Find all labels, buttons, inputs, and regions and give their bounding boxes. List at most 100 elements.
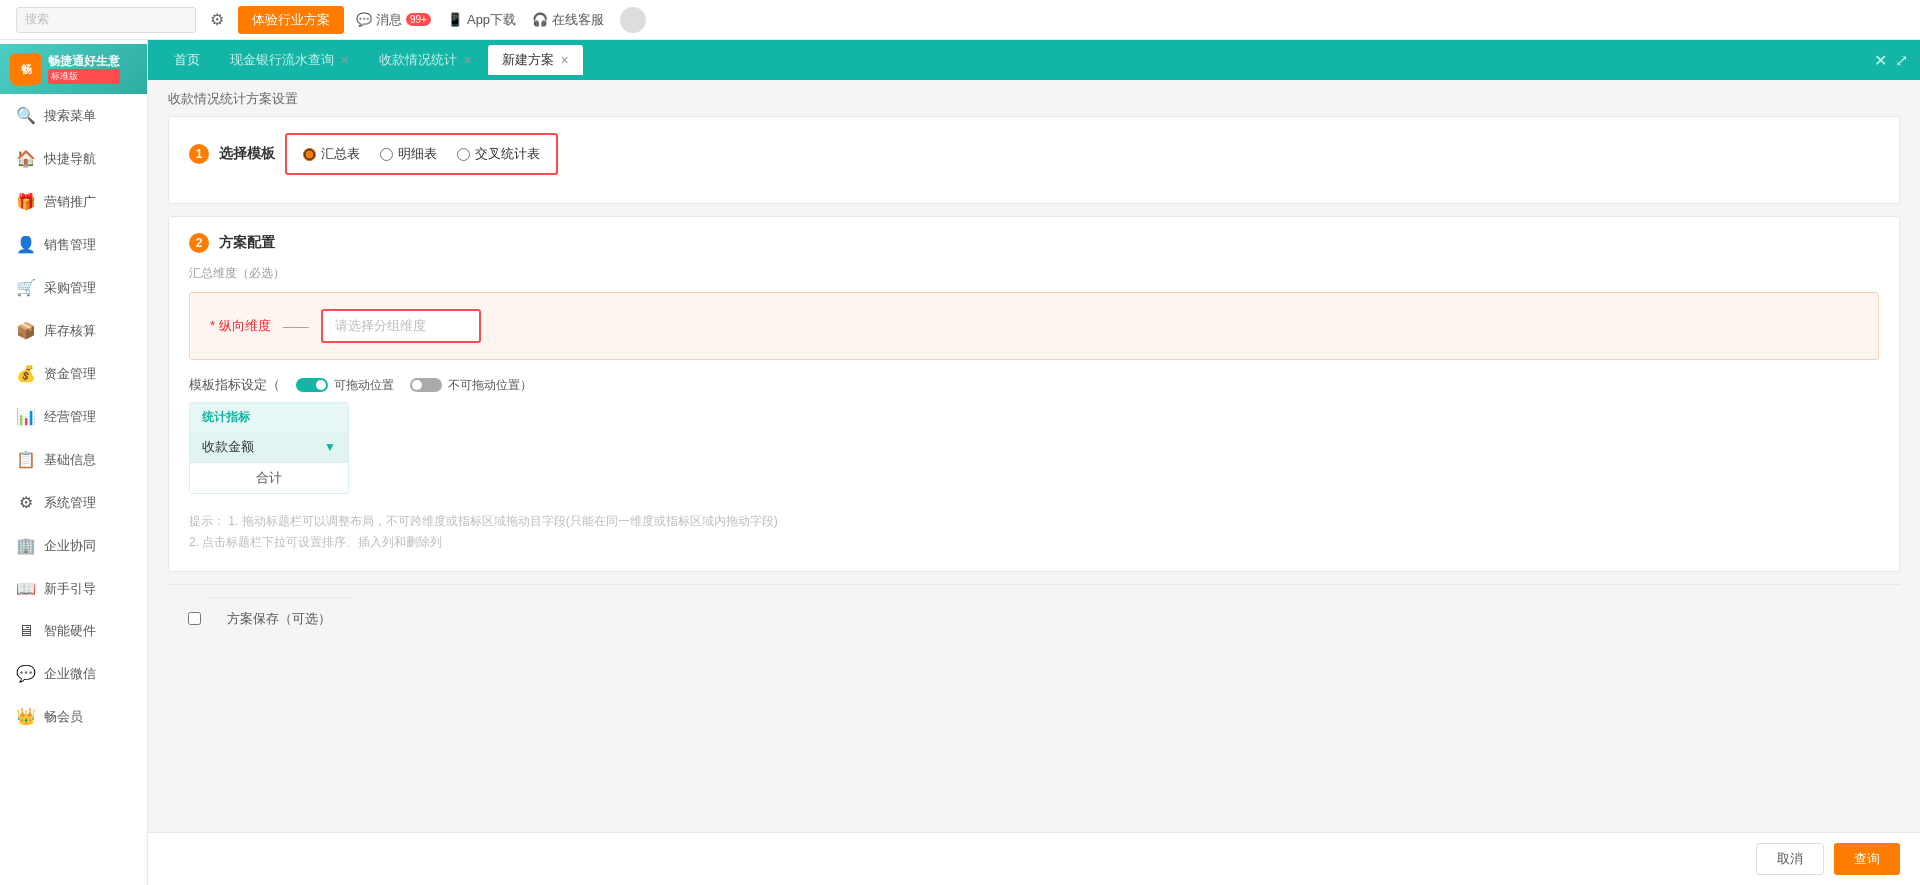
message-label: 消息: [376, 11, 402, 29]
chart-icon: 📊: [16, 407, 36, 426]
template-selector-box: 汇总表 明细表 交叉统计表: [285, 133, 558, 175]
chevron-down-icon[interactable]: ▼: [324, 440, 336, 454]
tab-receipt-stats-close[interactable]: ✕: [463, 54, 472, 67]
tab-new-plan[interactable]: 新建方案 ✕: [488, 45, 583, 75]
tab-new-plan-close[interactable]: ✕: [560, 54, 569, 67]
radio-detail-input[interactable]: [380, 148, 393, 161]
radio-summary-input[interactable]: [303, 148, 316, 161]
sidebar-item-base-info[interactable]: 📋 基础信息: [0, 438, 147, 481]
app-download-icon: 📱: [447, 12, 463, 27]
sidebar-item-label: 搜索菜单: [44, 107, 96, 125]
config-section: 汇总维度（必选） * 纵向维度 —— 请选择分组维度: [189, 265, 1879, 551]
radio-cross[interactable]: 交叉统计表: [457, 145, 540, 163]
sidebar-item-label: 营销推广: [44, 193, 96, 211]
gift-icon: 🎁: [16, 192, 36, 211]
step1-title: 选择模板: [219, 145, 275, 163]
tab-home[interactable]: 首页: [160, 45, 214, 75]
sidebar-item-label: 新手引导: [44, 580, 96, 598]
sidebar-item-capital[interactable]: 💰 资金管理: [0, 352, 147, 395]
gear-icon[interactable]: ⚙: [204, 7, 230, 33]
online-service-label: 在线客服: [552, 11, 604, 29]
sidebar-item-quick-nav[interactable]: 🏠 快捷导航: [0, 137, 147, 180]
step2-title: 方案配置: [219, 234, 275, 252]
logo-text: 畅捷通好生意: [48, 54, 120, 70]
tab-actions: ✕ ⤢: [1874, 51, 1908, 70]
save-checkbox[interactable]: [188, 612, 201, 625]
search-bar[interactable]: 搜索: [16, 7, 196, 33]
sidebar-item-marketing[interactable]: 🎁 营销推广: [0, 180, 147, 223]
user-icon: 👤: [16, 235, 36, 254]
message-icon: 💬: [356, 12, 372, 27]
metrics-header: 模板指标设定（ 可拖动位置: [189, 376, 1879, 394]
money-icon: 💰: [16, 364, 36, 383]
step1-label: 1 选择模板 汇总表 明细表: [189, 133, 1879, 175]
message-badge: 99+: [406, 13, 431, 26]
radio-cross-input[interactable]: [457, 148, 470, 161]
sidebar-logo-area: 畅 畅捷通好生意 标准版: [0, 44, 147, 94]
metrics-item-receipt[interactable]: 收款金额 ▼: [190, 432, 348, 462]
sidebar-item-member[interactable]: 👑 畅会员: [0, 695, 147, 738]
sidebar-item-sales[interactable]: 👤 销售管理: [0, 223, 147, 266]
breadcrumb: 收款情况统计方案设置: [168, 91, 298, 106]
sidebar-item-smart-hw[interactable]: 🖥 智能硬件: [0, 610, 147, 652]
sidebar-item-purchase[interactable]: 🛒 采购管理: [0, 266, 147, 309]
logo-icon: 畅: [10, 53, 42, 85]
sidebar-item-label: 经营管理: [44, 408, 96, 426]
logo-badge: 标准版: [48, 69, 120, 84]
sidebar-item-operation[interactable]: 📊 经营管理: [0, 395, 147, 438]
sidebar-item-beginner[interactable]: 📖 新手引导: [0, 567, 147, 610]
tab-expand-btn[interactable]: ⤢: [1895, 51, 1908, 70]
radio-summary[interactable]: 汇总表: [303, 145, 360, 163]
cart-icon: 🛒: [16, 278, 36, 297]
wechat-icon: 💬: [16, 664, 36, 683]
metrics-table-header: 统计指标: [190, 403, 348, 432]
sidebar-item-label: 资金管理: [44, 365, 96, 383]
tabs-bar: 首页 现金银行流水查询 ✕ 收款情况统计 ✕ 新建方案 ✕ ✕ ⤢: [148, 40, 1920, 80]
list-icon: 📋: [16, 450, 36, 469]
non-draggable-label: 不可拖动位置）: [448, 377, 532, 394]
tab-receipt-stats-label: 收款情况统计: [379, 51, 457, 69]
non-draggable-toggle: [410, 378, 442, 392]
cancel-button[interactable]: 取消: [1756, 843, 1824, 875]
radio-detail-label: 明细表: [398, 145, 437, 163]
top-header: 搜索 ⚙ 体验行业方案 💬 消息 99+ 📱 App下载 🎧 在线客服: [0, 0, 1920, 40]
user-avatar[interactable]: [620, 7, 646, 33]
main-content: 首页 现金银行流水查询 ✕ 收款情况统计 ✕ 新建方案 ✕ ✕ ⤢: [148, 40, 1920, 885]
app-download-item[interactable]: 📱 App下载: [447, 11, 516, 29]
radio-detail[interactable]: 明细表: [380, 145, 437, 163]
sidebar-item-label: 系统管理: [44, 494, 96, 512]
step2-num: 2: [189, 233, 209, 253]
tab-home-label: 首页: [174, 51, 200, 69]
sidebar-item-inventory[interactable]: 📦 库存核算: [0, 309, 147, 352]
sidebar-item-label: 采购管理: [44, 279, 96, 297]
tab-bank-flow-label: 现金银行流水查询: [230, 51, 334, 69]
crown-icon: 👑: [16, 707, 36, 726]
query-button[interactable]: 查询: [1834, 843, 1900, 875]
metrics-sub-total: 合计: [190, 462, 348, 493]
sidebar-item-search[interactable]: 🔍 搜索菜单: [0, 94, 147, 137]
monitor-icon: 🖥: [16, 622, 36, 640]
step2-section: 2 方案配置 汇总维度（必选） * 纵向维度 ——: [168, 216, 1900, 572]
message-item[interactable]: 💬 消息 99+: [356, 11, 431, 29]
sidebar-item-label: 基础信息: [44, 451, 96, 469]
online-service-item[interactable]: 🎧 在线客服: [532, 11, 604, 29]
dimension-placeholder: 请选择分组维度: [335, 318, 426, 333]
tab-receipt-stats[interactable]: 收款情况统计 ✕: [365, 45, 486, 75]
sidebar-item-weixin[interactable]: 💬 企业微信: [0, 652, 147, 695]
sidebar-item-system[interactable]: ⚙ 系统管理: [0, 481, 147, 524]
sidebar-item-label: 畅会员: [44, 708, 83, 726]
search-menu-icon: 🔍: [16, 106, 36, 125]
tip2: 2. 点击标题栏下拉可设置排序、插入列和删除列: [189, 534, 1879, 551]
tab-bank-flow-close[interactable]: ✕: [340, 54, 349, 67]
dimension-input[interactable]: 请选择分组维度: [321, 309, 481, 343]
header-right: 💬 消息 99+ 📱 App下载 🎧 在线客服: [356, 7, 646, 33]
step2-label: 2 方案配置: [189, 233, 1879, 253]
save-label[interactable]: 方案保存（可选）: [207, 597, 351, 640]
tab-close-btn[interactable]: ✕: [1874, 51, 1887, 70]
draggable-label: 可拖动位置: [334, 377, 394, 394]
sidebar-item-corp[interactable]: 🏢 企业协同: [0, 524, 147, 567]
tab-bank-flow[interactable]: 现金银行流水查询 ✕: [216, 45, 363, 75]
template-radio-group: 汇总表 明细表 交叉统计表: [303, 145, 540, 163]
trial-btn[interactable]: 体验行业方案: [238, 6, 344, 34]
save-option: 方案保存（可选）: [168, 584, 1900, 652]
